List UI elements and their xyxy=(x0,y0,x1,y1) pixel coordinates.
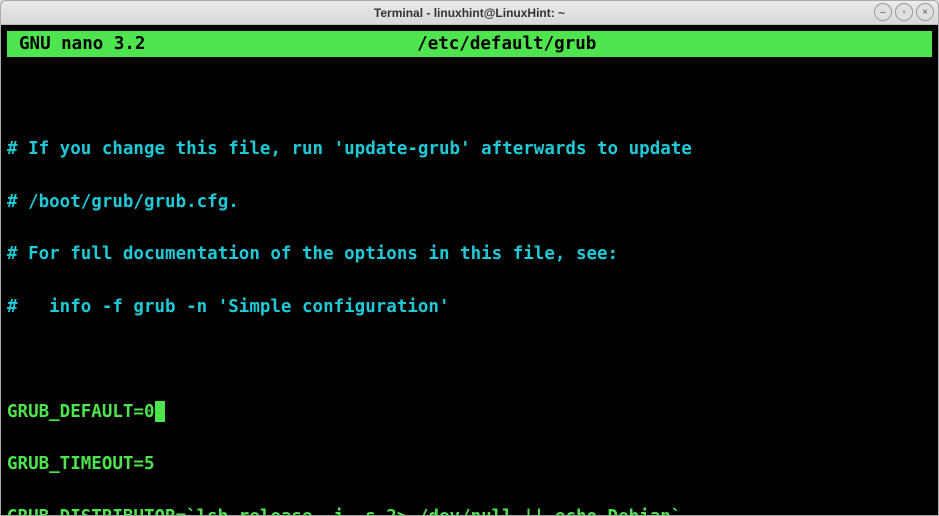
terminal-window: Terminal - linuxhint@LinuxHint: ~ ‒ ◦ × … xyxy=(0,0,939,516)
maximize-button[interactable]: ◦ xyxy=(895,3,913,21)
editor-content[interactable]: # If you change this file, run 'update-g… xyxy=(7,57,932,515)
nano-header-right xyxy=(868,31,928,57)
nano-version: GNU nano 3.2 xyxy=(11,31,145,57)
nano-header: GNU nano 3.2 /etc/default/grub xyxy=(7,31,932,57)
file-line: # For full documentation of the options … xyxy=(7,241,932,267)
close-button[interactable]: × xyxy=(916,3,934,21)
titlebar: Terminal - linuxhint@LinuxHint: ~ ‒ ◦ × xyxy=(1,1,938,25)
minimize-button[interactable]: ‒ xyxy=(874,3,892,21)
file-line: # /boot/grub/grub.cfg. xyxy=(7,189,932,215)
file-line: # If you change this file, run 'update-g… xyxy=(7,136,932,162)
window-title: Terminal - linuxhint@LinuxHint: ~ xyxy=(374,6,565,20)
file-line: GRUB_DISTRIBUTOR=`lsb_release -i -s 2> /… xyxy=(7,504,932,516)
cursor xyxy=(155,401,166,421)
terminal-area[interactable]: GNU nano 3.2 /etc/default/grub # If you … xyxy=(1,25,938,515)
nano-filename: /etc/default/grub xyxy=(145,31,868,57)
file-line: # info -f grub -n 'Simple configuration' xyxy=(7,294,932,320)
file-line: GRUB_DEFAULT=0 xyxy=(7,399,932,425)
file-line: GRUB_TIMEOUT=5 xyxy=(7,451,932,477)
window-controls: ‒ ◦ × xyxy=(874,3,934,21)
